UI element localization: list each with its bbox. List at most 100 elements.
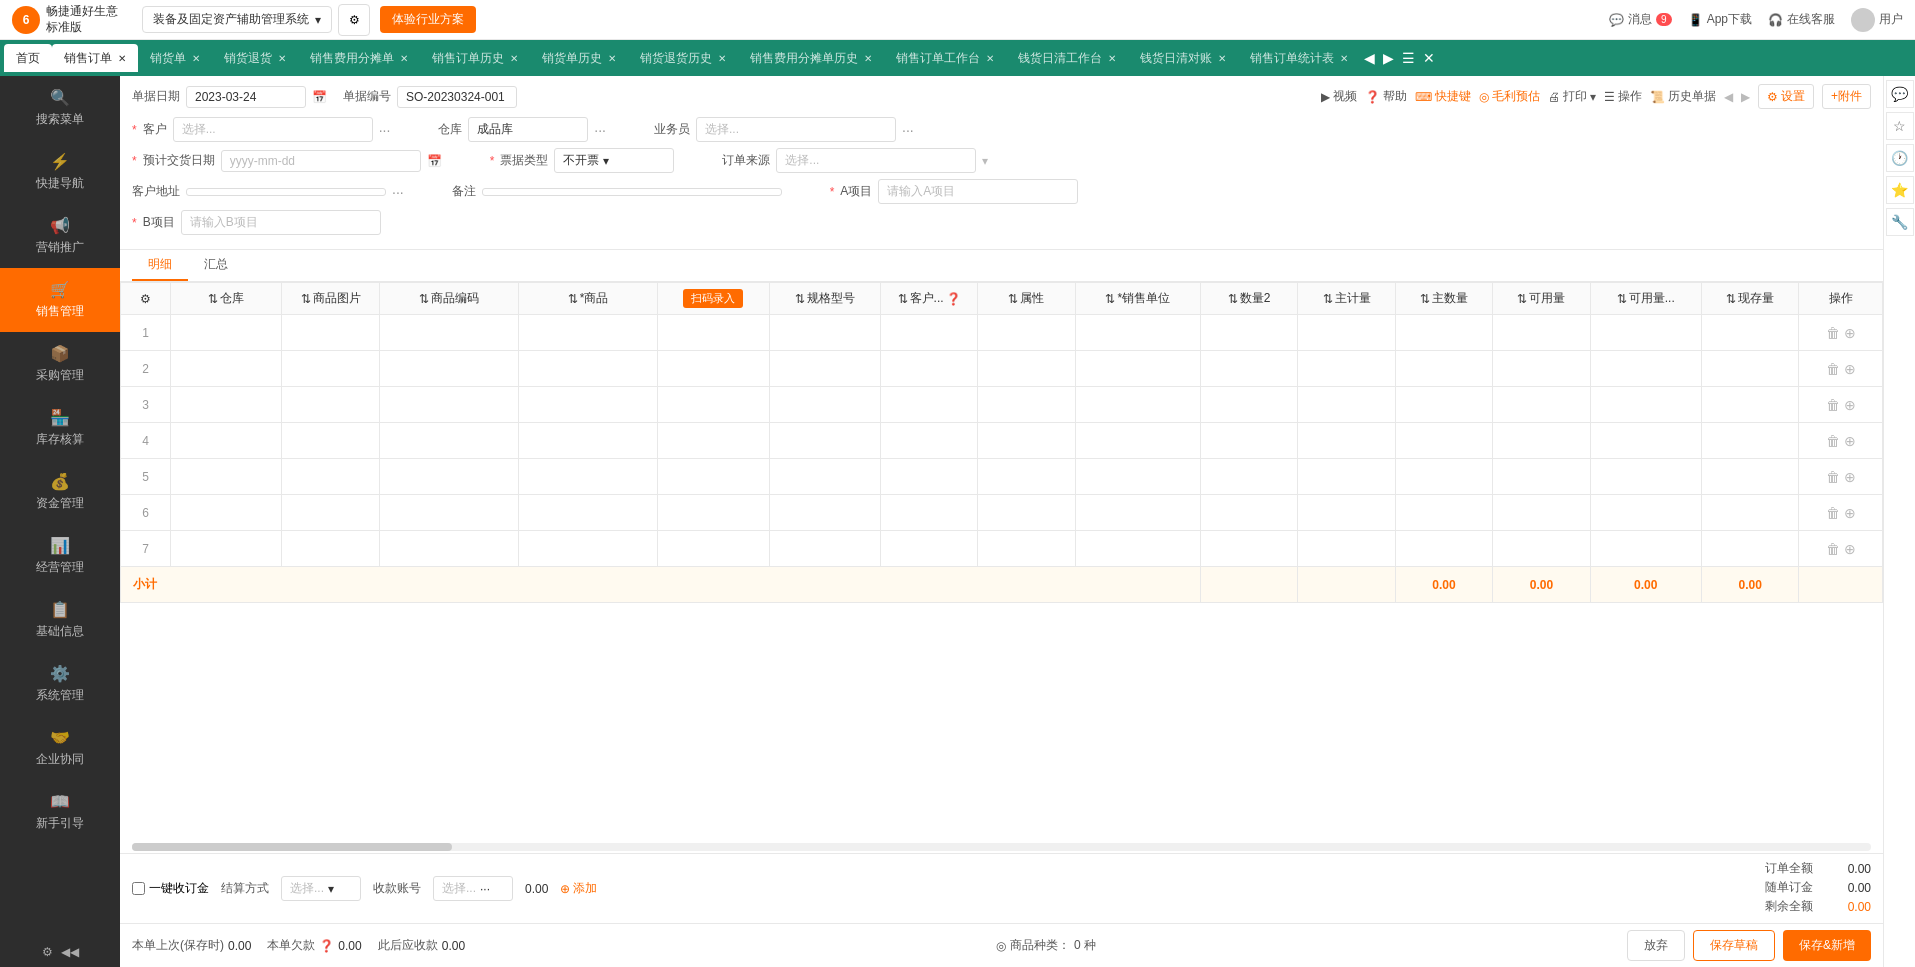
col-main-qty[interactable]: ⇅ 主数量 bbox=[1395, 283, 1492, 315]
row-warehouse-1[interactable] bbox=[171, 315, 282, 351]
row-stock-1[interactable] bbox=[1701, 315, 1798, 351]
col-cust-attr[interactable]: ⇅ 客户... ❓ bbox=[880, 283, 977, 315]
sidebar-item-search[interactable]: 🔍 搜索菜单 bbox=[0, 76, 120, 140]
row-scan-2[interactable] bbox=[658, 351, 769, 387]
save-new-btn[interactable]: 保存&新增 bbox=[1783, 930, 1871, 961]
sidebar-item-inventory[interactable]: 🏪 库存核算 bbox=[0, 396, 120, 460]
industry-btn[interactable]: 体验行业方案 bbox=[380, 6, 476, 33]
close-icon[interactable]: ✕ bbox=[608, 53, 616, 64]
tab-sales-return-history[interactable]: 销货退货历史 ✕ bbox=[628, 44, 738, 72]
right-btn-5[interactable]: 🔧 bbox=[1886, 208, 1914, 236]
project-a-input[interactable]: 请输入A项目 bbox=[878, 179, 1078, 204]
close-icon[interactable]: ✕ bbox=[118, 53, 126, 64]
delete-row-icon[interactable]: 🗑 bbox=[1826, 541, 1840, 557]
col-stock[interactable]: ⇅ 现存量 bbox=[1701, 283, 1798, 315]
user-avatar[interactable]: 用户 bbox=[1851, 8, 1903, 32]
row-avail2-1[interactable] bbox=[1590, 315, 1701, 351]
tab-sales-return[interactable]: 销货退货 ✕ bbox=[212, 44, 298, 72]
tab-sales-slip[interactable]: 销货单 ✕ bbox=[138, 44, 212, 72]
col-img[interactable]: ⇅ 商品图片 bbox=[282, 283, 379, 315]
right-btn-2[interactable]: ☆ bbox=[1886, 112, 1914, 140]
row-cust-attr-2[interactable] bbox=[880, 351, 977, 387]
save-draft-btn[interactable]: 保存草稿 bbox=[1693, 930, 1775, 961]
customer-more-icon[interactable]: ··· bbox=[379, 122, 391, 138]
row-code-2[interactable] bbox=[379, 351, 518, 387]
tab-cash-reconcile[interactable]: 钱货日清对账 ✕ bbox=[1128, 44, 1238, 72]
sidebar-item-enterprise[interactable]: 🤝 企业协同 bbox=[0, 716, 120, 780]
row-spec-1[interactable] bbox=[769, 315, 880, 351]
warehouse-input[interactable]: 成品库 bbox=[468, 117, 588, 142]
close-icon[interactable]: ✕ bbox=[400, 53, 408, 64]
order-source-input[interactable]: 选择... bbox=[776, 148, 976, 173]
calendar-icon[interactable]: 📅 bbox=[312, 90, 327, 104]
nav-next-icon[interactable]: ▶ bbox=[1741, 90, 1750, 104]
right-btn-1[interactable]: 💬 bbox=[1886, 80, 1914, 108]
scroll-thumb[interactable] bbox=[132, 843, 452, 851]
online-service-btn[interactable]: 🎧 在线客服 bbox=[1768, 11, 1835, 28]
sidebar-item-marketing[interactable]: 📢 营销推广 bbox=[0, 204, 120, 268]
close-icon[interactable]: ✕ bbox=[278, 53, 286, 64]
row-attr-1[interactable] bbox=[978, 315, 1075, 351]
tab-prev-btn[interactable]: ◀ bbox=[1360, 50, 1379, 66]
row-qty2-2[interactable] bbox=[1200, 351, 1297, 387]
copy-row-icon[interactable]: ⊕ bbox=[1844, 325, 1856, 341]
tab-summary[interactable]: 汇总 bbox=[188, 250, 244, 281]
row-cust-attr-1[interactable] bbox=[880, 315, 977, 351]
message-btn[interactable]: 💬 消息 9 bbox=[1609, 11, 1672, 28]
customer-input[interactable]: 选择... bbox=[173, 117, 373, 142]
close-icon[interactable]: ✕ bbox=[986, 53, 994, 64]
close-icon[interactable]: ✕ bbox=[1218, 53, 1226, 64]
tab-sales-fee[interactable]: 销售费用分摊单 ✕ bbox=[298, 44, 420, 72]
tab-sales-fee-history[interactable]: 销售费用分摊单历史 ✕ bbox=[738, 44, 884, 72]
collapse-icon[interactable]: ◀◀ bbox=[61, 945, 79, 959]
col-attr[interactable]: ⇅ 属性 bbox=[978, 283, 1075, 315]
payment-method-select[interactable]: 选择... ▾ bbox=[281, 876, 361, 901]
row-name-2[interactable] bbox=[519, 351, 658, 387]
sidebar-item-sales[interactable]: 🛒 销售管理 bbox=[0, 268, 120, 332]
delete-row-icon[interactable]: 🗑 bbox=[1826, 397, 1840, 413]
col-unit[interactable]: ⇅ *销售单位 bbox=[1075, 283, 1200, 315]
settings-btn[interactable]: ⚙ 设置 bbox=[1758, 84, 1814, 109]
shortcut-btn[interactable]: ⌨ 快捷键 bbox=[1415, 88, 1471, 105]
app-download-btn[interactable]: 📱 App下载 bbox=[1688, 11, 1752, 28]
close-icon[interactable]: ✕ bbox=[1108, 53, 1116, 64]
delivery-calendar-icon[interactable]: 📅 bbox=[427, 154, 442, 168]
close-icon[interactable]: ✕ bbox=[192, 53, 200, 64]
tab-home[interactable]: 首页 bbox=[4, 44, 52, 72]
row-attr-2[interactable] bbox=[978, 351, 1075, 387]
row-code-1[interactable] bbox=[379, 315, 518, 351]
copy-row-icon[interactable]: ⊕ bbox=[1844, 541, 1856, 557]
row-unit-1[interactable] bbox=[1075, 315, 1200, 351]
operate-btn[interactable]: ☰ 操作 bbox=[1604, 88, 1642, 105]
delete-row-icon[interactable]: 🗑 bbox=[1826, 433, 1840, 449]
right-btn-3[interactable]: 🕐 bbox=[1886, 144, 1914, 172]
tab-cash-workbench[interactable]: 钱货日清工作台 ✕ bbox=[1006, 44, 1128, 72]
row-unit-2[interactable] bbox=[1075, 351, 1200, 387]
right-btn-4[interactable]: ⭐ bbox=[1886, 176, 1914, 204]
copy-row-icon[interactable]: ⊕ bbox=[1844, 361, 1856, 377]
scan-btn[interactable]: 扫码录入 bbox=[683, 289, 743, 308]
one-click-input[interactable] bbox=[132, 882, 145, 895]
row-name-1[interactable] bbox=[519, 315, 658, 351]
scroll-track[interactable] bbox=[132, 843, 1871, 851]
sidebar-item-operation[interactable]: 📊 经营管理 bbox=[0, 524, 120, 588]
tab-sales-order[interactable]: 销售订单 ✕ bbox=[52, 44, 138, 72]
copy-row-icon[interactable]: ⊕ bbox=[1844, 505, 1856, 521]
row-avail2-2[interactable] bbox=[1590, 351, 1701, 387]
tab-close-all-btn[interactable]: ✕ bbox=[1419, 50, 1439, 66]
tab-sales-slip-history[interactable]: 销货单历史 ✕ bbox=[530, 44, 628, 72]
close-icon[interactable]: ✕ bbox=[864, 53, 872, 64]
row-main-unit-1[interactable] bbox=[1298, 315, 1395, 351]
delete-row-icon[interactable]: 🗑 bbox=[1826, 361, 1840, 377]
close-icon[interactable]: ✕ bbox=[510, 53, 518, 64]
sidebar-item-guide[interactable]: 📖 新手引导 bbox=[0, 780, 120, 844]
remark-input[interactable] bbox=[482, 188, 782, 196]
row-scan-1[interactable] bbox=[658, 315, 769, 351]
receipt-account-select[interactable]: 选择... ··· bbox=[433, 876, 513, 901]
project-b-input[interactable]: 请输入B项目 bbox=[181, 210, 381, 235]
row-qty2-1[interactable] bbox=[1200, 315, 1297, 351]
row-main-qty-2[interactable] bbox=[1395, 351, 1492, 387]
row-avail-2[interactable] bbox=[1493, 351, 1590, 387]
tab-detail[interactable]: 明细 bbox=[132, 250, 188, 281]
row-spec-2[interactable] bbox=[769, 351, 880, 387]
